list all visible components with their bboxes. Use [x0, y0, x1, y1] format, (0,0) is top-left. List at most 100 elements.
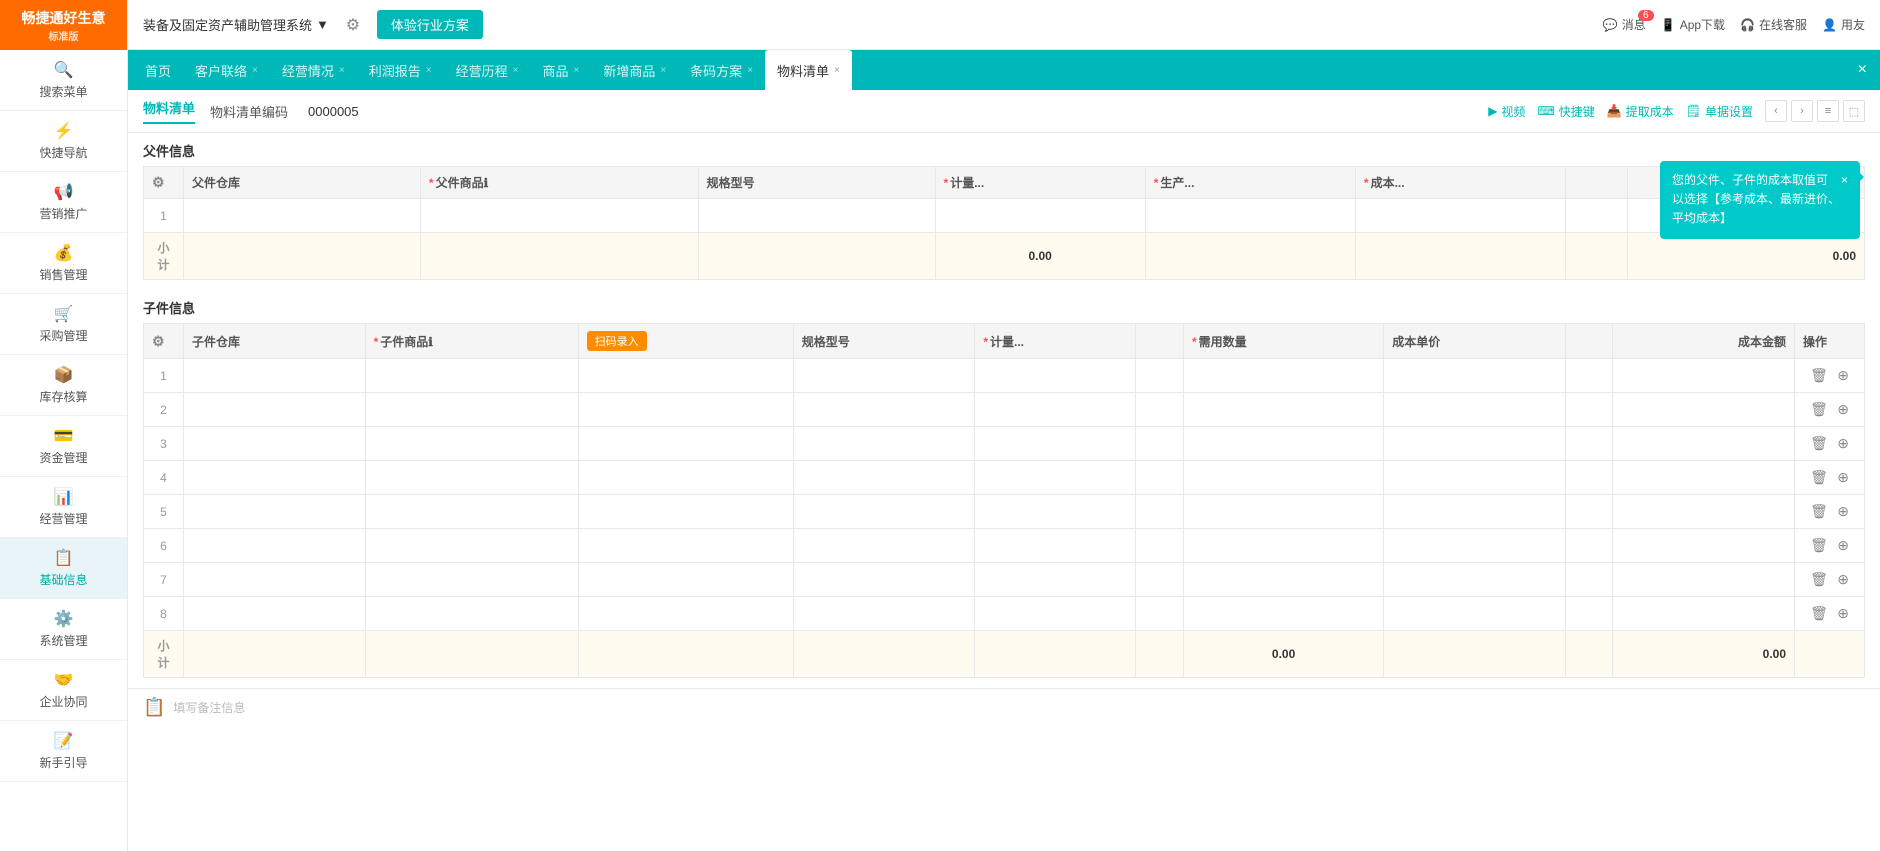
tab-profit-close[interactable]: ×	[426, 65, 432, 76]
close-all-tabs[interactable]: ×	[1850, 61, 1875, 79]
parent-cell-produce[interactable]	[1145, 199, 1355, 233]
sidebar-item-enterprise[interactable]: 🤝 企业协同	[0, 660, 127, 721]
child-cell-unit[interactable]	[975, 563, 1136, 597]
delete-icon[interactable]: 🗑	[1810, 469, 1828, 485]
parent-cell-unit[interactable]	[935, 199, 1145, 233]
delete-icon[interactable]: 🗑	[1810, 503, 1828, 519]
copy-icon[interactable]: ⊕	[1837, 537, 1849, 553]
child-cell-qty[interactable]	[1183, 427, 1383, 461]
child-cell-goods[interactable]	[365, 393, 578, 427]
sidebar-item-system[interactable]: ⚙️ 系统管理	[0, 599, 127, 660]
child-cell-unit-cost[interactable]	[1384, 563, 1566, 597]
tab-barcode[interactable]: 条码方案 ×	[678, 50, 765, 90]
system-title-area[interactable]: 装备及固定资产辅助管理系统 ▼	[143, 15, 329, 34]
action-shortcut[interactable]: ⌨ 快捷键	[1537, 103, 1594, 120]
settings-button[interactable]: ⚙	[339, 11, 367, 39]
tab-goods-close[interactable]: ×	[573, 65, 579, 76]
child-cell-unit-cost[interactable]	[1384, 597, 1566, 631]
tab-business[interactable]: 经营情况 ×	[270, 50, 357, 90]
delete-icon[interactable]: 🗑	[1810, 537, 1828, 553]
user-button[interactable]: 👤 用友	[1822, 16, 1865, 33]
tab-new-goods-close[interactable]: ×	[660, 65, 666, 76]
child-cell-goods[interactable]	[365, 563, 578, 597]
tab-customer-close[interactable]: ×	[252, 65, 258, 76]
child-cell-warehouse[interactable]	[184, 563, 366, 597]
child-cell-unit-cost[interactable]	[1384, 461, 1566, 495]
child-settings-icon[interactable]: ⚙	[152, 333, 165, 349]
message-button[interactable]: 💬 消息 6	[1603, 16, 1646, 33]
child-cell-spec[interactable]	[793, 597, 975, 631]
tab-history-close[interactable]: ×	[513, 65, 519, 76]
delete-icon[interactable]: 🗑	[1810, 367, 1828, 383]
child-cell-warehouse[interactable]	[184, 427, 366, 461]
child-cell-goods[interactable]	[365, 461, 578, 495]
child-cell-unit-cost[interactable]	[1384, 529, 1566, 563]
child-cell-unit[interactable]	[975, 597, 1136, 631]
tab-bom[interactable]: 物料清单 ×	[765, 50, 852, 90]
child-cell-unit[interactable]	[975, 529, 1136, 563]
sidebar-item-inventory[interactable]: 📦 库存核算	[0, 355, 127, 416]
sidebar-item-purchase[interactable]: 🛒 采购管理	[0, 294, 127, 355]
child-cell-goods[interactable]	[365, 495, 578, 529]
child-cell-warehouse[interactable]	[184, 529, 366, 563]
child-cell-spec[interactable]	[793, 359, 975, 393]
breadcrumb-bom[interactable]: 物料清单	[143, 98, 195, 124]
child-cell-warehouse[interactable]	[184, 359, 366, 393]
child-cell-warehouse[interactable]	[184, 495, 366, 529]
child-cell-unit-cost[interactable]	[1384, 495, 1566, 529]
child-cell-goods[interactable]	[365, 597, 578, 631]
tab-profit[interactable]: 利润报告 ×	[357, 50, 444, 90]
parent-cell-warehouse[interactable]	[184, 199, 421, 233]
action-extract-cost[interactable]: 📥 提取成本	[1607, 103, 1674, 120]
child-cell-qty[interactable]	[1183, 529, 1383, 563]
menu-icon[interactable]: ≡	[1817, 100, 1839, 122]
tooltip-close-button[interactable]: ×	[1841, 171, 1848, 190]
child-cell-qty[interactable]	[1183, 461, 1383, 495]
child-cell-unit[interactable]	[975, 461, 1136, 495]
child-cell-warehouse[interactable]	[184, 597, 366, 631]
tab-goods[interactable]: 商品 ×	[530, 50, 591, 90]
child-cell-spec[interactable]	[793, 529, 975, 563]
copy-icon[interactable]: ⊕	[1837, 401, 1849, 417]
child-cell-spec[interactable]	[793, 461, 975, 495]
sidebar-item-quicknav[interactable]: ⚡ 快捷导航	[0, 111, 127, 172]
tab-business-close[interactable]: ×	[339, 65, 345, 76]
child-cell-unit[interactable]	[975, 427, 1136, 461]
child-cell-spec[interactable]	[793, 563, 975, 597]
sidebar-item-ops[interactable]: 📊 经营管理	[0, 477, 127, 538]
child-cell-unit-cost[interactable]	[1384, 393, 1566, 427]
child-cell-unit-cost[interactable]	[1384, 359, 1566, 393]
action-video[interactable]: ▶ 视频	[1488, 103, 1525, 120]
copy-icon[interactable]: ⊕	[1837, 571, 1849, 587]
tab-history[interactable]: 经营历程 ×	[444, 50, 531, 90]
sidebar-item-search[interactable]: 🔍 搜索菜单	[0, 50, 127, 111]
copy-icon[interactable]: ⊕	[1837, 435, 1849, 451]
child-cell-qty[interactable]	[1183, 563, 1383, 597]
child-cell-goods[interactable]	[365, 529, 578, 563]
tab-bom-close[interactable]: ×	[834, 65, 840, 76]
trial-button[interactable]: 体验行业方案	[377, 10, 483, 39]
delete-icon[interactable]: 🗑	[1810, 401, 1828, 417]
child-cell-spec[interactable]	[793, 427, 975, 461]
prev-arrow[interactable]: ‹	[1765, 100, 1787, 122]
scan-button[interactable]: 扫码录入	[587, 331, 647, 351]
child-cell-qty[interactable]	[1183, 393, 1383, 427]
child-cell-goods[interactable]	[365, 427, 578, 461]
sidebar-item-guide[interactable]: 📝 新手引导	[0, 721, 127, 782]
online-service-button[interactable]: 🎧 在线客服	[1740, 16, 1807, 33]
tab-customer[interactable]: 客户联络 ×	[183, 50, 270, 90]
child-cell-unit-cost[interactable]	[1384, 427, 1566, 461]
tab-barcode-close[interactable]: ×	[747, 65, 753, 76]
sidebar-item-marketing[interactable]: 📢 营销推广	[0, 172, 127, 233]
delete-icon[interactable]: 🗑	[1810, 605, 1828, 621]
child-cell-unit[interactable]	[975, 495, 1136, 529]
child-cell-warehouse[interactable]	[184, 461, 366, 495]
child-cell-spec[interactable]	[793, 393, 975, 427]
child-cell-qty[interactable]	[1183, 597, 1383, 631]
tab-home[interactable]: 首页	[133, 50, 183, 90]
parent-settings-icon[interactable]: ⚙	[152, 174, 165, 190]
child-cell-unit[interactable]	[975, 359, 1136, 393]
child-cell-qty[interactable]	[1183, 359, 1383, 393]
copy-icon[interactable]: ⊕	[1837, 503, 1849, 519]
copy-icon[interactable]: ⊕	[1837, 367, 1849, 383]
